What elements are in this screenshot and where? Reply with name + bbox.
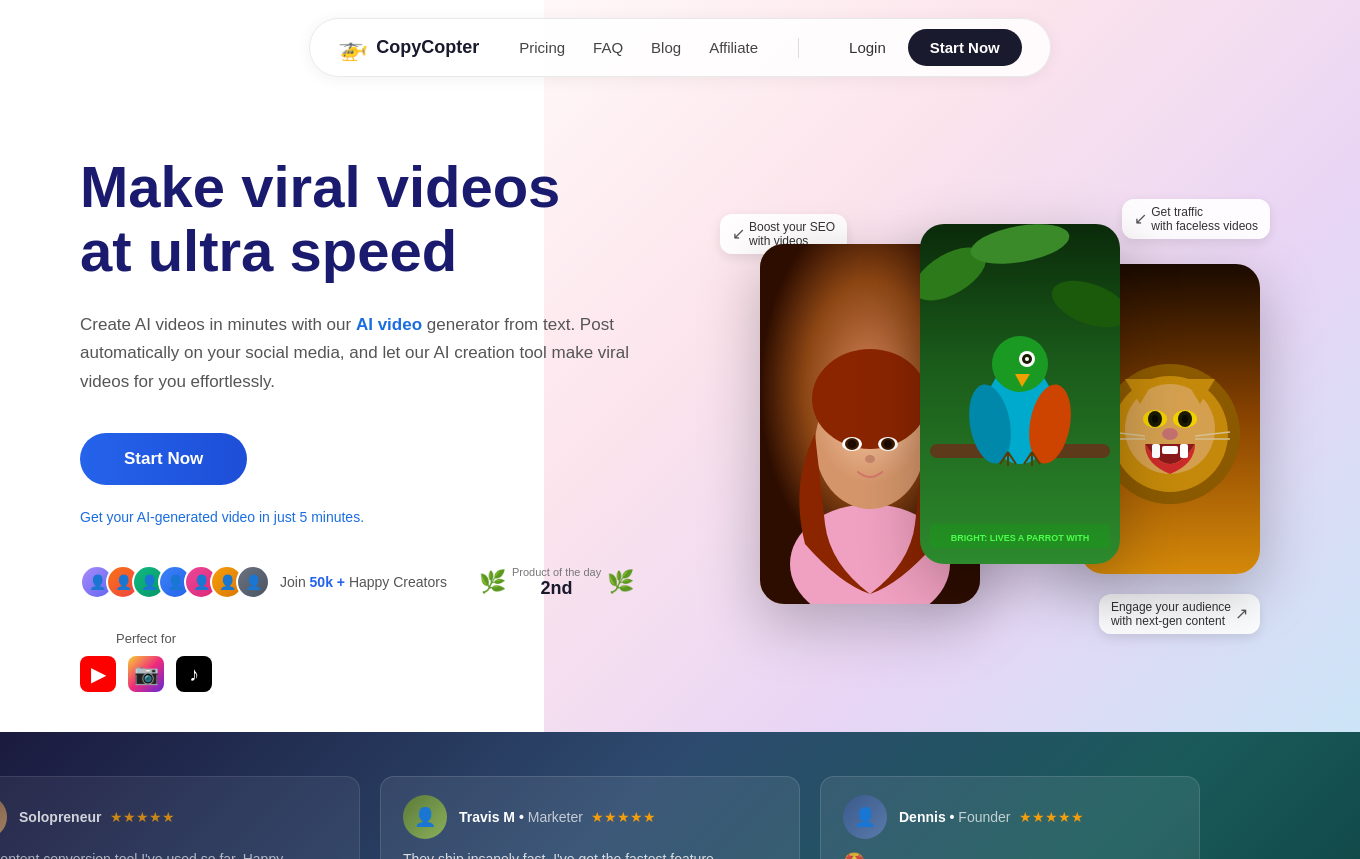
nav-affiliate[interactable]: Affiliate [709,39,758,56]
product-day-label: Product of the day [512,566,601,578]
logo-link[interactable]: 🚁 CopyCopter [338,34,479,62]
svg-point-36 [1162,428,1178,440]
testimonial-avatar: 👤 [843,795,887,839]
tiktok-icon[interactable]: ♪ [176,656,212,692]
caption-engage: Engage your audience with next-gen conte… [1099,594,1260,634]
testimonials-section: 👤 Solopreneur ★★★★★ best content convers… [0,732,1360,859]
perfect-for: Perfect for ▶ 📷 ♪ [80,631,212,692]
navbar: 🚁 CopyCopter Pricing FAQ Blog Affiliate … [0,0,1360,95]
testimonial-name: Dennis • Founder [899,809,1011,825]
hero-right: ↙ Boost your SEO with videos ↙ Get traff… [680,184,1280,664]
avatar-7: 👤 [236,565,270,599]
caption-traffic: ↙ Get traffic with faceless videos [1122,199,1270,239]
start-now-button-nav[interactable]: Start Now [908,29,1022,66]
social-icons: ▶ 📷 ♪ [80,656,212,692]
testimonial-avatar: 👤 [0,795,7,839]
svg-point-35 [1182,415,1188,423]
testimonial-text: 🤩 [843,849,1177,859]
product-of-day: 🌿 Product of the day 2nd 🌿 [479,566,634,599]
nav-links: Pricing FAQ Blog Affiliate [519,39,758,56]
logo-icon: 🚁 [338,34,368,62]
nav-pricing[interactable]: Pricing [519,39,565,56]
hero-highlight: AI video [356,315,422,334]
svg-point-32 [1152,415,1158,423]
start-now-button-hero[interactable]: Start Now [80,433,247,485]
svg-rect-38 [1180,444,1188,458]
phone-image-2: BRIGHT: LIVES A PARROT WITH [920,224,1120,564]
svg-point-10 [884,440,892,448]
svg-point-4 [812,349,928,449]
hero-left: Make viral videos at ultra speed Create … [80,155,640,692]
nav-blog[interactable]: Blog [651,39,681,56]
nav-faq[interactable]: FAQ [593,39,623,56]
perfect-for-label: Perfect for [116,631,176,646]
nav-divider [798,38,799,58]
phone-mockup-2: BRIGHT: LIVES A PARROT WITH [920,224,1120,564]
testimonial-name: Travis M • Marketer [459,809,583,825]
testimonial-text: They ship insanely fast. I've got the fa… [403,849,777,859]
arrow-seo-icon: ↙ [732,224,745,243]
svg-point-23 [1025,357,1029,361]
login-button[interactable]: Login [839,33,896,62]
testimonial-item: 👤 Solopreneur ★★★★★ best content convers… [0,776,360,859]
testimonial-stars: ★★★★★ [1019,809,1084,825]
svg-text:BRIGHT: LIVES A PARROT WITH: BRIGHT: LIVES A PARROT WITH [951,533,1090,543]
svg-point-11 [865,455,875,463]
svg-rect-37 [1152,444,1160,458]
avatars-group: 👤 👤 👤 👤 👤 👤 👤 [80,565,270,599]
svg-rect-39 [1162,446,1178,454]
join-text: Join 50k + Happy Creators [280,574,447,590]
hero-description: Create AI videos in minutes with our AI … [80,311,640,398]
testimonial-text: best content conversion tool I've used s… [0,849,337,859]
testimonial-item: 👤 Dennis • Founder ★★★★★ 🤩 [820,776,1200,859]
arrow-traffic-icon: ↙ [1134,209,1147,228]
hero-section: Make viral videos at ultra speed Create … [0,95,1360,732]
svg-point-18 [992,336,1048,392]
social-proof: 👤 👤 👤 👤 👤 👤 👤 Join 50k + Happy Creators … [80,565,640,692]
nav-container: 🚁 CopyCopter Pricing FAQ Blog Affiliate … [309,18,1051,77]
testimonial-stars: ★★★★★ [110,809,175,825]
testimonial-item: 👤 Travis M • Marketer ★★★★★ They ship in… [380,776,800,859]
laurel-left-icon: 🌿 [479,569,506,595]
instagram-icon[interactable]: 📷 [128,656,164,692]
logo-text: CopyCopter [376,37,479,58]
nav-auth: Login Start Now [839,29,1022,66]
arrow-engage-icon: ↗ [1235,604,1248,623]
hero-title: Make viral videos at ultra speed [80,155,640,283]
testimonials-row-1: 👤 Solopreneur ★★★★★ best content convers… [0,768,1360,859]
svg-point-7 [848,440,856,448]
laurel-right-icon: 🌿 [607,569,634,595]
testimonial-name: Solopreneur [19,809,101,825]
testimonial-avatar: 👤 [403,795,447,839]
youtube-icon[interactable]: ▶ [80,656,116,692]
hero-sub-link[interactable]: Get your AI-generated video in just 5 mi… [80,509,640,525]
product-day-rank: 2nd [512,578,601,599]
testimonial-stars: ★★★★★ [591,809,656,825]
